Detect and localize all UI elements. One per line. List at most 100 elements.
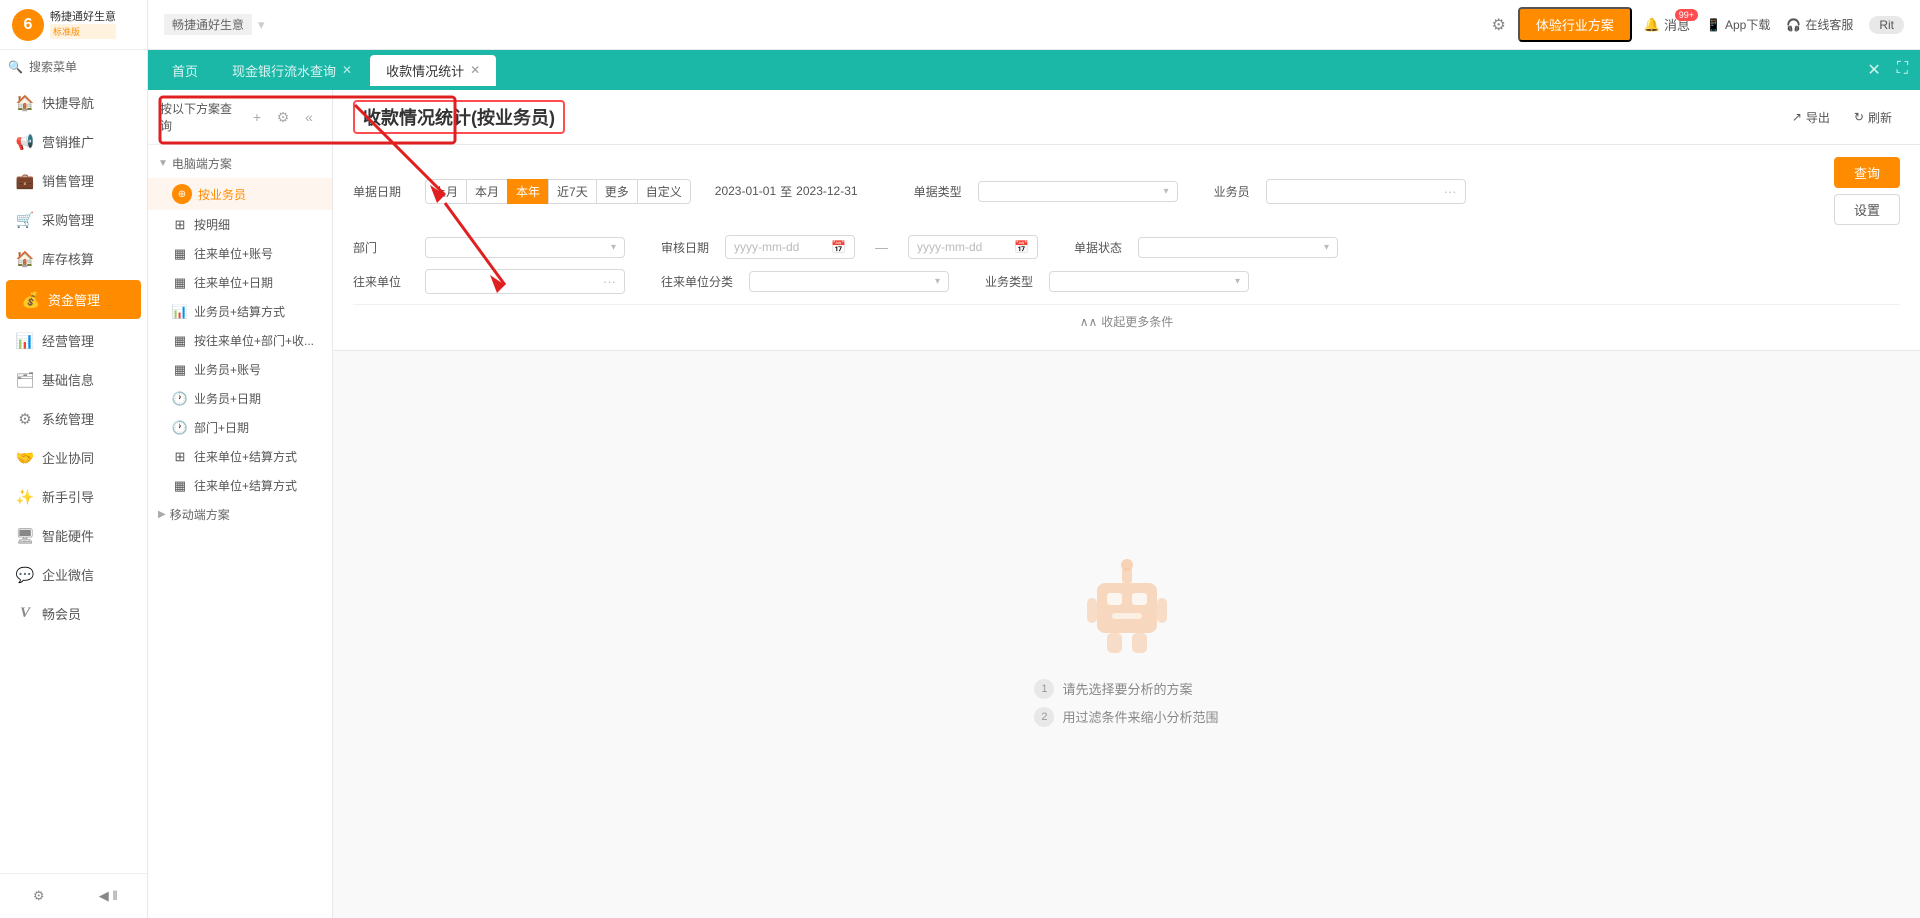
tree-group-mobile-header[interactable]: ▶ 移动端方案 bbox=[148, 500, 332, 529]
export-button[interactable]: ↗ 导出 bbox=[1784, 105, 1838, 130]
tab-maximize-icon[interactable]: ⛶ bbox=[1893, 56, 1912, 84]
sidebar-item-hardware[interactable]: 🖥 智能硬件 bbox=[0, 516, 147, 555]
hardware-icon: 🖥 bbox=[16, 527, 34, 545]
doc-type-select[interactable]: ▾ bbox=[978, 181, 1178, 202]
audit-date-start[interactable]: yyyy-mm-dd 📅 bbox=[725, 235, 855, 259]
tree-item-unit-date[interactable]: ▦ 往来单位+日期 bbox=[148, 268, 332, 297]
sidebar-item-enterprise[interactable]: 🤝 企业协同 bbox=[0, 438, 147, 477]
tree-item-staff-settlement[interactable]: 📊 业务员+结算方式 bbox=[148, 297, 332, 326]
tree-item-unit-dept[interactable]: ▦ 按往来单位+部门+收... bbox=[148, 326, 332, 355]
refresh-button[interactable]: ↻ 刷新 bbox=[1846, 105, 1900, 130]
audit-date-label: 审核日期 bbox=[661, 241, 709, 255]
date-tab-last-month[interactable]: 上月 bbox=[425, 179, 466, 204]
sidebar-item-label: 企业微信 bbox=[42, 565, 94, 584]
partner-cat-select[interactable]: ▾ bbox=[749, 271, 949, 292]
service-icon: 🎧 bbox=[1786, 18, 1801, 32]
staff-account-icon: ▦ bbox=[172, 362, 188, 378]
date-tab-custom[interactable]: 自定义 bbox=[637, 179, 691, 204]
query-button[interactable]: 查询 bbox=[1834, 157, 1900, 188]
calendar-start-icon: 📅 bbox=[831, 240, 846, 254]
tab-collection-close[interactable]: ✕ bbox=[470, 63, 480, 77]
tree-item-staff-date[interactable]: 🕐 业务员+日期 bbox=[148, 384, 332, 413]
user-avatar[interactable]: Rit bbox=[1869, 16, 1904, 34]
calendar-end-icon: 📅 bbox=[1014, 240, 1029, 254]
tree-item-by-staff[interactable]: ⊕ 按业务员 bbox=[148, 178, 332, 210]
date-tab-7days[interactable]: 近7天 bbox=[548, 179, 596, 204]
inventory-icon: 🏠 bbox=[16, 250, 34, 268]
add-scheme-button[interactable]: + bbox=[246, 106, 268, 128]
sidebar-item-guide[interactable]: ✨ 新手引导 bbox=[0, 477, 147, 516]
sidebar-item-finance[interactable]: 💰 资金管理 bbox=[6, 280, 141, 319]
sidebar-collapse-btn[interactable]: ◀ ‖ bbox=[78, 882, 140, 910]
tab-collection[interactable]: 收款情况统计 ✕ bbox=[370, 55, 496, 86]
tab-home[interactable]: 首页 bbox=[156, 55, 214, 86]
hint-num-2: 2 bbox=[1034, 707, 1054, 727]
tree-item-staff-account[interactable]: ▦ 业务员+账号 bbox=[148, 355, 332, 384]
tree-item-unit-account[interactable]: ▦ 往来单位+账号 bbox=[148, 239, 332, 268]
export-label: 导出 bbox=[1806, 109, 1830, 126]
dept-select[interactable]: ▾ bbox=[425, 237, 625, 258]
doc-type-arrow: ▾ bbox=[1164, 186, 1169, 197]
sidebar-item-quick-nav[interactable]: 🏠 快捷导航 bbox=[0, 83, 147, 122]
sidebar-item-operations[interactable]: 📊 经营管理 bbox=[0, 321, 147, 360]
system-icon: ⚙ bbox=[16, 410, 34, 428]
breadcrumb-text: 畅捷通好生意 bbox=[164, 14, 252, 35]
sidebar-item-sales[interactable]: 💼 销售管理 bbox=[0, 161, 147, 200]
collapse-sidebar-button[interactable]: « bbox=[298, 106, 320, 128]
audit-end-placeholder: yyyy-mm-dd bbox=[917, 240, 1014, 254]
tree-item-label: 往来单位+日期 bbox=[194, 274, 273, 291]
sidebar-item-inventory[interactable]: 🏠 库存核算 bbox=[0, 239, 147, 278]
date-tab-more[interactable]: 更多 bbox=[596, 179, 637, 204]
active-item-icon: ⊕ bbox=[172, 184, 192, 204]
hint-num-1: 1 bbox=[1034, 679, 1054, 699]
sidebar-item-system[interactable]: ⚙ 系统管理 bbox=[0, 399, 147, 438]
tree-item-by-detail[interactable]: ⊞ 按明细 bbox=[148, 210, 332, 239]
refresh-label: 刷新 bbox=[1868, 109, 1892, 126]
tab-close-all-icon[interactable]: ✕ bbox=[1863, 56, 1884, 84]
sidebar-settings-btn[interactable]: ⚙ bbox=[8, 882, 70, 910]
tree-item-label: 部门+日期 bbox=[194, 419, 249, 436]
scheme-settings-button[interactable]: ⚙ bbox=[272, 106, 294, 128]
filter-row-2: 部门 ▾ 审核日期 yyyy-mm-dd 📅 — yyyy-mm-dd bbox=[353, 235, 1900, 259]
date-tab-this-month[interactable]: 本月 bbox=[466, 179, 507, 204]
unit-settle1-icon: ⊞ bbox=[172, 449, 188, 465]
tree-item-unit-settle1[interactable]: ⊞ 往来单位+结算方式 bbox=[148, 442, 332, 471]
online-service-link[interactable]: 🎧 在线客服 bbox=[1786, 16, 1853, 33]
app-badge: 标准版 bbox=[50, 24, 116, 39]
tab-bank-close[interactable]: ✕ bbox=[342, 63, 352, 77]
quick-nav-label: 快捷导航 bbox=[42, 93, 94, 112]
staff-select[interactable]: ··· bbox=[1266, 179, 1466, 204]
sidebar-item-basic[interactable]: 🗂 基础信息 bbox=[0, 360, 147, 399]
trial-button[interactable]: 体验行业方案 bbox=[1518, 7, 1632, 42]
app-download-label: App下载 bbox=[1725, 16, 1770, 33]
app-download-link[interactable]: 📱 App下载 bbox=[1706, 16, 1770, 33]
sidebar-item-wechat[interactable]: 💬 企业微信 bbox=[0, 555, 147, 594]
message-badge: 99+ bbox=[1675, 9, 1698, 21]
settings-icon[interactable]: ⚙ bbox=[1491, 15, 1505, 35]
audit-date-end[interactable]: yyyy-mm-dd 📅 bbox=[908, 235, 1038, 259]
tab-bank[interactable]: 现金银行流水查询 ✕ bbox=[216, 55, 368, 86]
partner-dots: ··· bbox=[603, 274, 616, 289]
tree-group-desktop-header[interactable]: ▼ 电脑端方案 bbox=[148, 149, 332, 178]
settings-button[interactable]: 设置 bbox=[1834, 194, 1900, 225]
download-icon: 📱 bbox=[1706, 18, 1721, 32]
message-button[interactable]: 🔔 消息 99+ bbox=[1644, 15, 1690, 34]
tree-item-unit-settle2[interactable]: ▦ 往来单位+结算方式 bbox=[148, 471, 332, 500]
sidebar-item-member[interactable]: V 畅会员 bbox=[0, 594, 147, 633]
collapse-bar[interactable]: ∧∧ 收起更多条件 bbox=[353, 304, 1900, 338]
search-menu[interactable]: 🔍 搜索菜单 bbox=[0, 50, 147, 83]
date-tab-this-year[interactable]: 本年 bbox=[507, 179, 548, 204]
biz-type-select[interactable]: ▾ bbox=[1049, 271, 1249, 292]
sidebar-item-marketing[interactable]: 📢 营销推广 bbox=[0, 122, 147, 161]
page-title: 收款情况统计(按业务员) bbox=[353, 100, 565, 134]
sidebar-item-label: 企业协同 bbox=[42, 448, 94, 467]
tree-item-dept-date[interactable]: 🕐 部门+日期 bbox=[148, 413, 332, 442]
doc-status-select[interactable]: ▾ bbox=[1138, 237, 1338, 258]
detail-icon: ⊞ bbox=[172, 217, 188, 233]
unit-settle2-icon: ▦ bbox=[172, 478, 188, 494]
sidebar-item-purchase[interactable]: 🛒 采购管理 bbox=[0, 200, 147, 239]
tab-home-label: 首页 bbox=[172, 61, 198, 80]
unit-account-icon: ▦ bbox=[172, 246, 188, 262]
sidebar-nav: 📢 营销推广 💼 销售管理 🛒 采购管理 🏠 库存核算 💰 资金管理 📊 经营管… bbox=[0, 122, 147, 873]
partner-select[interactable]: ··· bbox=[425, 269, 625, 294]
